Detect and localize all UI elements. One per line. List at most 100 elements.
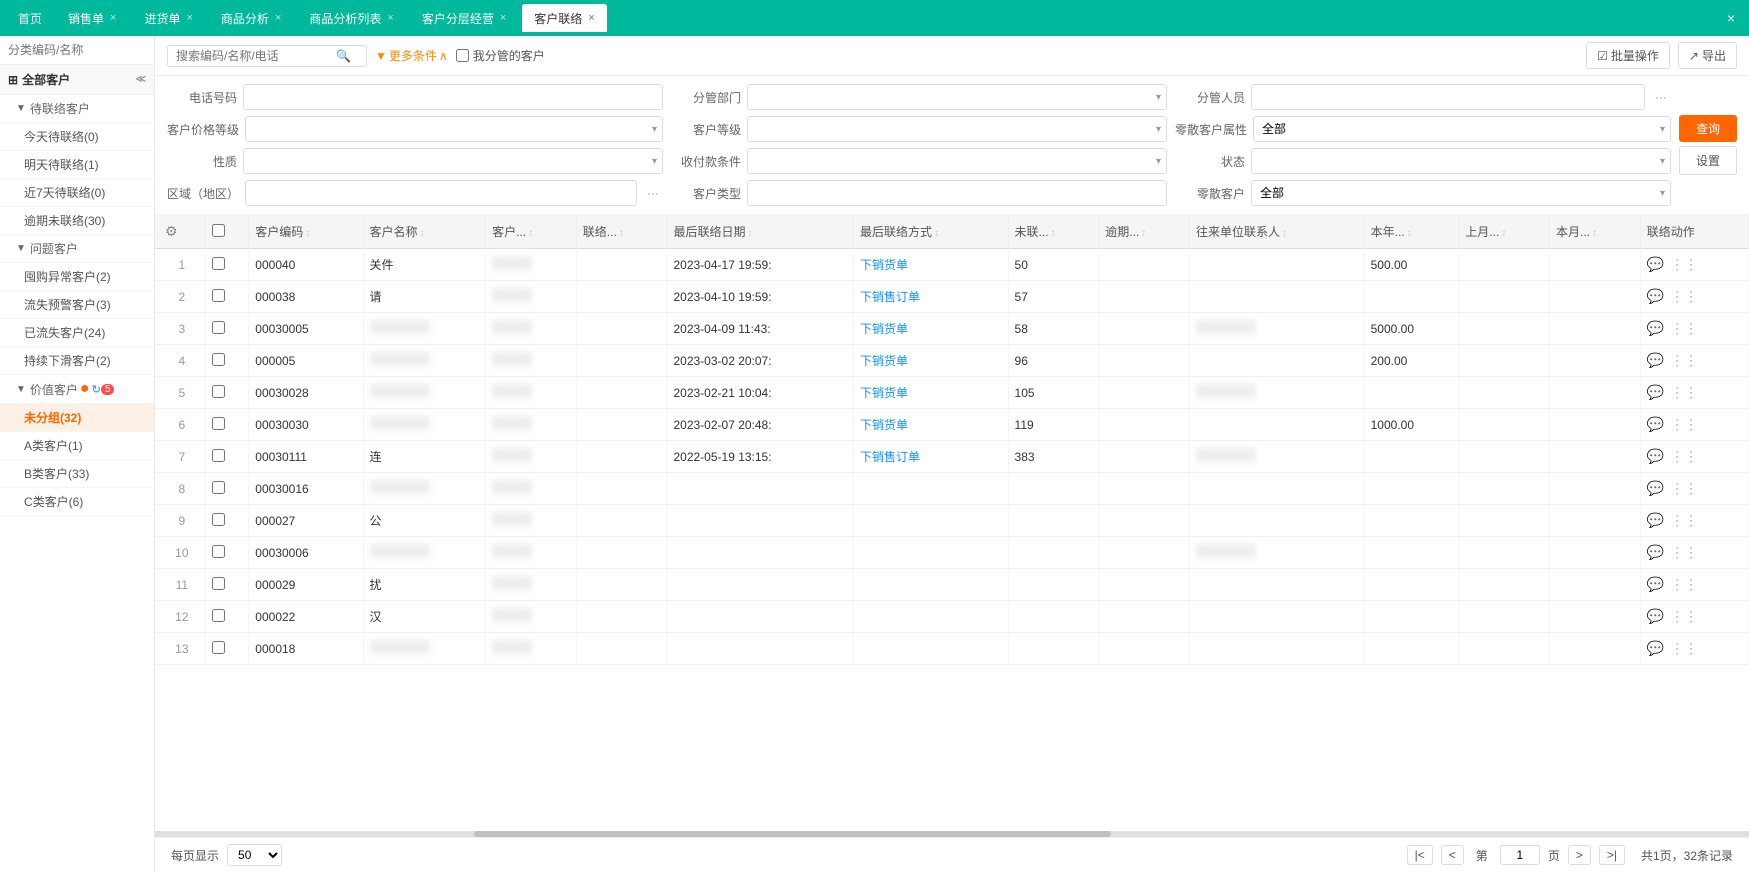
close-analysis-list-tab[interactable]: × <box>387 12 393 24</box>
col-this-month-header[interactable]: 本月...↕ <box>1550 215 1641 249</box>
contact-phone-icon[interactable]: 💬 <box>1647 608 1664 625</box>
col-name-header[interactable]: 客户名称↕ <box>363 215 486 249</box>
close-customer-contact-tab[interactable]: × <box>588 12 594 24</box>
more-actions-icon[interactable]: ⋮⋮ <box>1670 288 1698 305</box>
customer-level-select[interactable] <box>747 116 1167 142</box>
col-contact-header[interactable]: 联络...↕ <box>576 215 667 249</box>
per-page-select[interactable]: 50 100 200 <box>227 844 282 866</box>
contact-phone-icon[interactable]: 💬 <box>1647 512 1664 529</box>
sidebar-item-overdue-pending[interactable]: 逾期未联络(30) <box>0 207 154 235</box>
sidebar-item-abnormal-stockpile[interactable]: 囤购异常客户(2) <box>0 263 154 291</box>
close-analysis-tab[interactable]: × <box>275 12 281 24</box>
last-contact-way-link[interactable]: 下销货单 <box>860 354 908 368</box>
last-page-button[interactable]: >| <box>1599 845 1625 865</box>
nav-home[interactable]: 首页 <box>8 6 52 31</box>
row-checkbox[interactable] <box>212 577 225 590</box>
col-last-contact-date-header[interactable]: 最后联络日期↕ <box>667 215 854 249</box>
problem-customers-group[interactable]: ▼ 问题客户 <box>0 235 154 263</box>
more-actions-icon[interactable]: ⋮⋮ <box>1670 256 1698 273</box>
more-actions-icon[interactable]: ⋮⋮ <box>1670 512 1698 529</box>
select-all-checkbox[interactable] <box>212 224 225 237</box>
region-dots-button[interactable]: ··· <box>643 186 663 200</box>
row-checkbox[interactable] <box>212 385 225 398</box>
nav-tab-sales[interactable]: 销售单 × <box>56 4 128 32</box>
row-checkbox[interactable] <box>212 353 225 366</box>
contact-phone-icon[interactable]: 💬 <box>1647 256 1664 273</box>
more-actions-icon[interactable]: ⋮⋮ <box>1670 320 1698 337</box>
dept-select[interactable] <box>747 84 1167 110</box>
next-page-button[interactable]: > <box>1568 845 1591 865</box>
sidebar-item-class-c[interactable]: C类客户(6) <box>0 488 154 516</box>
row-checkbox[interactable] <box>212 481 225 494</box>
sidebar-item-unclassified[interactable]: 未分组(32) <box>0 404 154 432</box>
status-select[interactable] <box>1251 148 1671 174</box>
col-this-year-header[interactable]: 本年...↕ <box>1364 215 1459 249</box>
row-checkbox[interactable] <box>212 417 225 430</box>
more-actions-icon[interactable]: ⋮⋮ <box>1670 448 1698 465</box>
sidebar-item-churn-warning[interactable]: 流失预警客户(3) <box>0 291 154 319</box>
collapse-icon[interactable]: ≪ <box>136 74 146 85</box>
search-icon[interactable]: 🔍 <box>336 49 351 63</box>
first-page-button[interactable]: |< <box>1407 845 1433 865</box>
sidebar-item-churned[interactable]: 已流失客户(24) <box>0 319 154 347</box>
more-actions-icon[interactable]: ⋮⋮ <box>1670 608 1698 625</box>
close-customer-segment-tab[interactable]: × <box>500 12 506 24</box>
close-sales-tab[interactable]: × <box>110 12 116 24</box>
contact-phone-icon[interactable]: 💬 <box>1647 480 1664 497</box>
price-level-select[interactable] <box>245 116 663 142</box>
sidebar-item-tomorrow-pending[interactable]: 明天待联络(1) <box>0 151 154 179</box>
last-contact-way-link[interactable]: 下销货单 <box>860 258 908 272</box>
col-last-month-header[interactable]: 上月...↕ <box>1459 215 1550 249</box>
col-last-contact-way-header[interactable]: 最后联络方式↕ <box>854 215 1009 249</box>
query-button[interactable]: 查询 <box>1679 115 1737 142</box>
scroll-thumb[interactable] <box>474 831 1112 837</box>
row-checkbox[interactable] <box>212 257 225 270</box>
row-checkbox[interactable] <box>212 289 225 302</box>
sidebar-item-declining[interactable]: 持续下滑客户(2) <box>0 347 154 375</box>
more-actions-icon[interactable]: ⋮⋮ <box>1670 544 1698 561</box>
last-contact-way-link[interactable]: 下销售订单 <box>860 450 920 464</box>
row-checkbox[interactable] <box>212 609 225 622</box>
all-customers-header[interactable]: ⊞ 全部客户 ≪ <box>0 65 154 95</box>
pending-contact-group[interactable]: ▼ 待联络客户 <box>0 95 154 123</box>
row-checkbox[interactable] <box>212 513 225 526</box>
contact-phone-icon[interactable]: 💬 <box>1647 320 1664 337</box>
reset-button[interactable]: 设置 <box>1679 146 1737 175</box>
phone-input[interactable] <box>243 84 663 110</box>
page-input[interactable] <box>1500 845 1540 865</box>
col-code-header[interactable]: 客户编码↕ <box>249 215 363 249</box>
scroll-indicator[interactable] <box>155 831 1749 837</box>
more-actions-icon[interactable]: ⋮⋮ <box>1670 576 1698 593</box>
sidebar-item-class-b[interactable]: B类客户(33) <box>0 460 154 488</box>
last-contact-way-link[interactable]: 下销货单 <box>860 386 908 400</box>
more-actions-icon[interactable]: ⋮⋮ <box>1670 416 1698 433</box>
contact-phone-icon[interactable]: 💬 <box>1647 416 1664 433</box>
last-contact-way-link[interactable]: 下销售订单 <box>860 290 920 304</box>
more-actions-icon[interactable]: ⋮⋮ <box>1670 480 1698 497</box>
col-unit-contact-header[interactable]: 往来单位联系人↕ <box>1189 215 1364 249</box>
settings-icon[interactable]: ⚙ <box>165 223 178 240</box>
last-contact-way-link[interactable]: 下销货单 <box>860 322 908 336</box>
close-all-tabs-button[interactable]: × <box>1721 8 1741 28</box>
manager-dots-button[interactable]: ··· <box>1651 90 1671 104</box>
row-checkbox[interactable] <box>212 641 225 654</box>
col-uncontacted-header[interactable]: 未联...↕ <box>1008 215 1099 249</box>
prev-page-button[interactable]: < <box>1441 845 1464 865</box>
my-customers-checkbox[interactable] <box>456 49 469 62</box>
col-category-header[interactable]: 客户...↕ <box>486 215 577 249</box>
nav-tab-purchase[interactable]: 进货单 × <box>132 4 204 32</box>
nav-tab-analysis-list[interactable]: 商品分析列表 × <box>297 4 405 32</box>
row-checkbox[interactable] <box>212 321 225 334</box>
nav-tab-analysis[interactable]: 商品分析 × <box>209 4 293 32</box>
sidebar-item-7day-pending[interactable]: 近7天待联络(0) <box>0 179 154 207</box>
sidebar-search-input[interactable] <box>8 43 155 57</box>
retail-customer-select[interactable]: 全部 <box>1251 180 1671 206</box>
export-button[interactable]: ↗ 导出 <box>1678 42 1737 69</box>
row-checkbox[interactable] <box>212 545 225 558</box>
more-actions-icon[interactable]: ⋮⋮ <box>1670 384 1698 401</box>
retail-attr-select[interactable]: 全部 <box>1253 116 1671 142</box>
contact-phone-icon[interactable]: 💬 <box>1647 448 1664 465</box>
contact-phone-icon[interactable]: 💬 <box>1647 288 1664 305</box>
contact-phone-icon[interactable]: 💬 <box>1647 384 1664 401</box>
nav-tab-customer-segment[interactable]: 客户分层经营 × <box>410 4 518 32</box>
